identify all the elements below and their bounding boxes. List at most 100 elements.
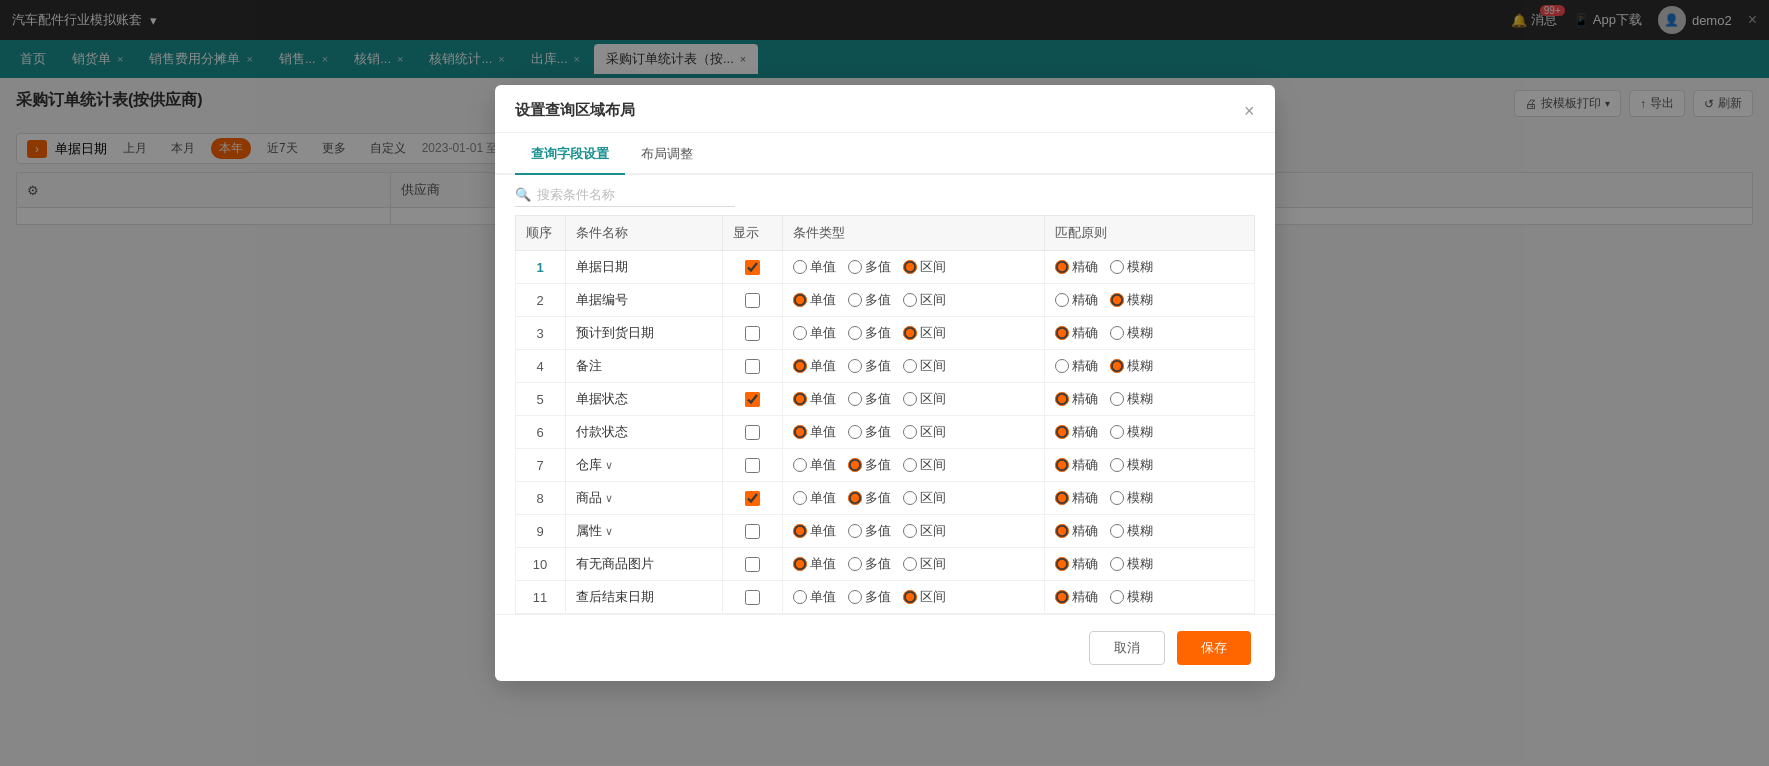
row-type-9: 单值多值区间 bbox=[782, 548, 1044, 581]
radio-type-type_single-6[interactable]: 单值 bbox=[793, 456, 836, 474]
radio-type-type_multi-8[interactable]: 多值 bbox=[848, 522, 891, 540]
show-checkbox-4[interactable] bbox=[745, 392, 760, 407]
show-checkbox-7[interactable] bbox=[745, 491, 760, 506]
radio-type-type_range-0[interactable]: 区间 bbox=[903, 258, 946, 276]
radio-type-type_range-9[interactable]: 区间 bbox=[903, 555, 946, 573]
show-checkbox-2[interactable] bbox=[745, 326, 760, 341]
radio-type-type_single-10[interactable]: 单值 bbox=[793, 588, 836, 606]
radio-type-type_range-6[interactable]: 区间 bbox=[903, 456, 946, 474]
show-checkbox-10[interactable] bbox=[745, 590, 760, 605]
radio-type-type_multi-1[interactable]: 多值 bbox=[848, 291, 891, 309]
radio-match-match_fuzzy-5[interactable]: 模糊 bbox=[1110, 423, 1153, 441]
row-name-8: 属性 ∨ bbox=[565, 515, 722, 548]
radio-match-match_fuzzy-2[interactable]: 模糊 bbox=[1110, 324, 1153, 342]
save-button[interactable]: 保存 bbox=[1177, 631, 1251, 665]
row-name-4: 单据状态 bbox=[565, 383, 722, 416]
radio-type-type_range-8[interactable]: 区间 bbox=[903, 522, 946, 540]
radio-type-type_range-10[interactable]: 区间 bbox=[903, 588, 946, 606]
row-show-4 bbox=[722, 383, 782, 416]
radio-match-match_exact-6[interactable]: 精确 bbox=[1055, 456, 1098, 474]
radio-type-type_range-1[interactable]: 区间 bbox=[903, 291, 946, 309]
radio-type-type_range-7[interactable]: 区间 bbox=[903, 489, 946, 507]
modal-footer: 取消 保存 bbox=[495, 614, 1275, 681]
show-checkbox-9[interactable] bbox=[745, 557, 760, 572]
radio-match-match_fuzzy-8[interactable]: 模糊 bbox=[1110, 522, 1153, 540]
radio-type-type_range-5[interactable]: 区间 bbox=[903, 423, 946, 441]
radio-type-type_single-2[interactable]: 单值 bbox=[793, 324, 836, 342]
show-checkbox-6[interactable] bbox=[745, 458, 760, 473]
radio-match-match_exact-7[interactable]: 精确 bbox=[1055, 489, 1098, 507]
radio-type-type_multi-4[interactable]: 多值 bbox=[848, 390, 891, 408]
radio-type-type_single-1[interactable]: 单值 bbox=[793, 291, 836, 309]
radio-type-type_range-2[interactable]: 区间 bbox=[903, 324, 946, 342]
radio-match-match_fuzzy-6[interactable]: 模糊 bbox=[1110, 456, 1153, 474]
row-type-0: 单值多值区间 bbox=[782, 251, 1044, 284]
radio-type-type_range-3[interactable]: 区间 bbox=[903, 357, 946, 375]
radio-match-match_exact-9[interactable]: 精确 bbox=[1055, 555, 1098, 573]
radio-match-match_fuzzy-1[interactable]: 模糊 bbox=[1110, 291, 1153, 309]
col-show: 显示 bbox=[722, 216, 782, 251]
row-match-2: 精确模糊 bbox=[1044, 317, 1254, 350]
show-checkbox-1[interactable] bbox=[745, 293, 760, 308]
row-type-8: 单值多值区间 bbox=[782, 515, 1044, 548]
radio-match-match_exact-10[interactable]: 精确 bbox=[1055, 588, 1098, 606]
radio-match-match_fuzzy-3[interactable]: 模糊 bbox=[1110, 357, 1153, 375]
row-order-9: 10 bbox=[515, 548, 565, 581]
settings-table-row: 9属性 ∨单值多值区间精确模糊 bbox=[515, 515, 1254, 548]
row-show-6 bbox=[722, 449, 782, 482]
col-name: 条件名称 bbox=[565, 216, 722, 251]
radio-match-match_fuzzy-4[interactable]: 模糊 bbox=[1110, 390, 1153, 408]
radio-match-match_fuzzy-7[interactable]: 模糊 bbox=[1110, 489, 1153, 507]
modal-close-button[interactable]: × bbox=[1244, 102, 1255, 120]
settings-table-row: 3预计到货日期单值多值区间精确模糊 bbox=[515, 317, 1254, 350]
radio-match-match_exact-3[interactable]: 精确 bbox=[1055, 357, 1098, 375]
radio-match-match_exact-2[interactable]: 精确 bbox=[1055, 324, 1098, 342]
row-type-6: 单值多值区间 bbox=[782, 449, 1044, 482]
row-order-8: 9 bbox=[515, 515, 565, 548]
radio-match-match_exact-0[interactable]: 精确 bbox=[1055, 258, 1098, 276]
radio-type-type_multi-7[interactable]: 多值 bbox=[848, 489, 891, 507]
radio-type-type_range-4[interactable]: 区间 bbox=[903, 390, 946, 408]
radio-type-type_single-3[interactable]: 单值 bbox=[793, 357, 836, 375]
radio-type-type_single-5[interactable]: 单值 bbox=[793, 423, 836, 441]
radio-type-type_single-9[interactable]: 单值 bbox=[793, 555, 836, 573]
tab-layout-adjust[interactable]: 布局调整 bbox=[625, 137, 709, 175]
row-order-10: 11 bbox=[515, 581, 565, 614]
radio-type-type_multi-10[interactable]: 多值 bbox=[848, 588, 891, 606]
radio-type-type_multi-0[interactable]: 多值 bbox=[848, 258, 891, 276]
radio-match-match_fuzzy-0[interactable]: 模糊 bbox=[1110, 258, 1153, 276]
radio-match-match_exact-8[interactable]: 精确 bbox=[1055, 522, 1098, 540]
modal-body: 顺序 条件名称 显示 条件类型 匹配原则 1单据日期单值多值区间精确模糊2单据编… bbox=[495, 215, 1275, 614]
radio-type-type_single-0[interactable]: 单值 bbox=[793, 258, 836, 276]
modal-overlay: 设置查询区域布局 × 查询字段设置 布局调整 🔍 bbox=[0, 0, 1769, 766]
radio-type-type_multi-2[interactable]: 多值 bbox=[848, 324, 891, 342]
show-checkbox-3[interactable] bbox=[745, 359, 760, 374]
row-name-10: 查后结束日期 bbox=[565, 581, 722, 614]
radio-type-type_multi-6[interactable]: 多值 bbox=[848, 456, 891, 474]
show-checkbox-8[interactable] bbox=[745, 524, 760, 539]
settings-modal: 设置查询区域布局 × 查询字段设置 布局调整 🔍 bbox=[495, 85, 1275, 681]
radio-type-type_single-8[interactable]: 单值 bbox=[793, 522, 836, 540]
row-name-6: 仓库 ∨ bbox=[565, 449, 722, 482]
settings-table-row: 4备注单值多值区间精确模糊 bbox=[515, 350, 1254, 383]
row-match-10: 精确模糊 bbox=[1044, 581, 1254, 614]
search-input[interactable] bbox=[537, 187, 735, 202]
row-match-6: 精确模糊 bbox=[1044, 449, 1254, 482]
row-match-5: 精确模糊 bbox=[1044, 416, 1254, 449]
radio-type-type_multi-5[interactable]: 多值 bbox=[848, 423, 891, 441]
radio-type-type_single-4[interactable]: 单值 bbox=[793, 390, 836, 408]
radio-match-match_fuzzy-9[interactable]: 模糊 bbox=[1110, 555, 1153, 573]
radio-match-match_exact-5[interactable]: 精确 bbox=[1055, 423, 1098, 441]
radio-match-match_fuzzy-10[interactable]: 模糊 bbox=[1110, 588, 1153, 606]
row-show-1 bbox=[722, 284, 782, 317]
cancel-button[interactable]: 取消 bbox=[1089, 631, 1165, 665]
show-checkbox-0[interactable] bbox=[745, 260, 760, 275]
radio-type-type_multi-9[interactable]: 多值 bbox=[848, 555, 891, 573]
row-match-0: 精确模糊 bbox=[1044, 251, 1254, 284]
tab-field-settings[interactable]: 查询字段设置 bbox=[515, 137, 625, 175]
radio-match-match_exact-1[interactable]: 精确 bbox=[1055, 291, 1098, 309]
radio-match-match_exact-4[interactable]: 精确 bbox=[1055, 390, 1098, 408]
radio-type-type_single-7[interactable]: 单值 bbox=[793, 489, 836, 507]
radio-type-type_multi-3[interactable]: 多值 bbox=[848, 357, 891, 375]
show-checkbox-5[interactable] bbox=[745, 425, 760, 440]
